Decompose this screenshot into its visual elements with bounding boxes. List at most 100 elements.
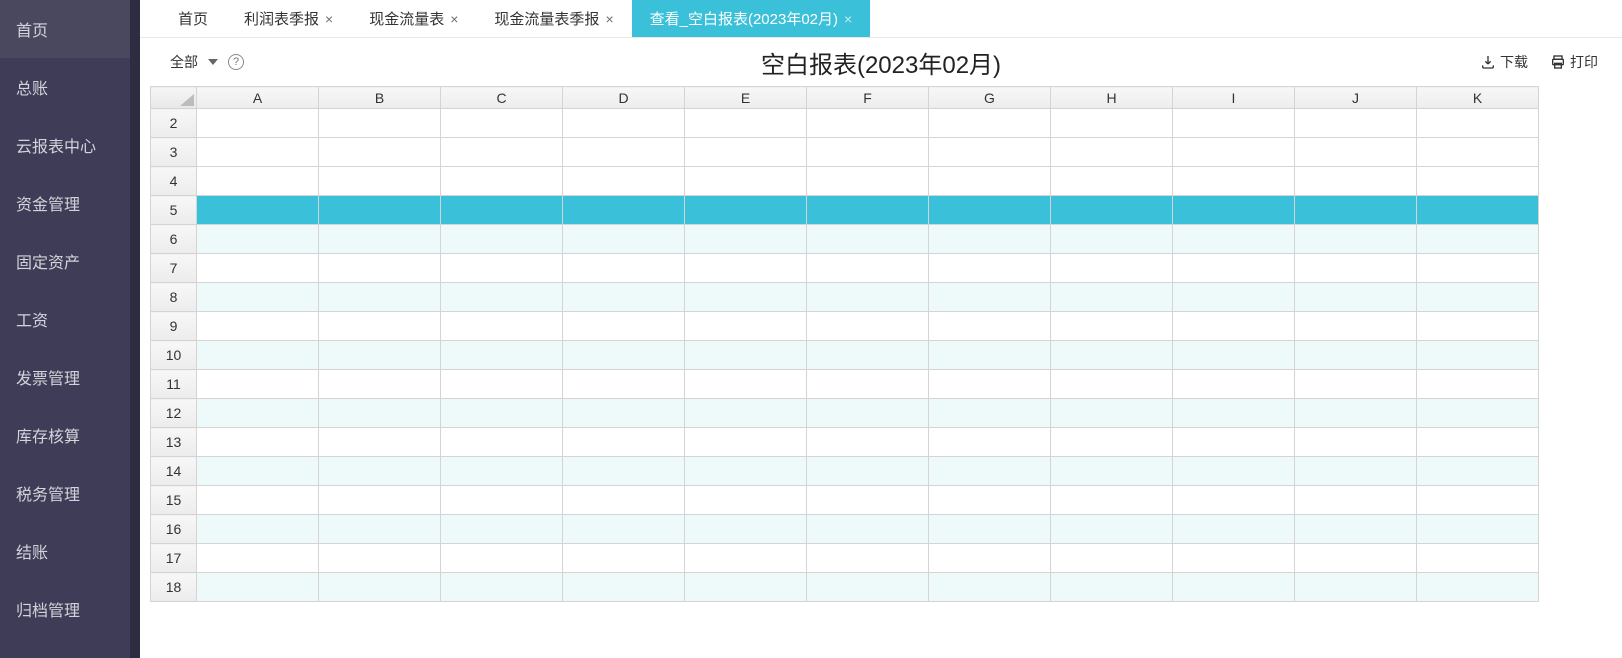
cell-J7[interactable] [1295,254,1417,283]
cell-G10[interactable] [929,341,1051,370]
cell-E4[interactable] [685,167,807,196]
cell-H14[interactable] [1051,457,1173,486]
spreadsheet[interactable]: ABCDEFGHIJK 23456789101112131415161718 [140,86,1622,658]
column-header-F[interactable]: F [807,87,929,109]
cell-D8[interactable] [563,283,685,312]
cell-J2[interactable] [1295,109,1417,138]
cell-H10[interactable] [1051,341,1173,370]
cell-I3[interactable] [1173,138,1295,167]
cell-F4[interactable] [807,167,929,196]
cell-B18[interactable] [319,573,441,602]
cell-J15[interactable] [1295,486,1417,515]
cell-B10[interactable] [319,341,441,370]
cell-C3[interactable] [441,138,563,167]
cell-B11[interactable] [319,370,441,399]
cell-H13[interactable] [1051,428,1173,457]
filter-label[interactable]: 全部 [170,52,198,72]
column-header-B[interactable]: B [319,87,441,109]
cell-G11[interactable] [929,370,1051,399]
cell-A8[interactable] [197,283,319,312]
cell-F14[interactable] [807,457,929,486]
cell-B3[interactable] [319,138,441,167]
cell-B14[interactable] [319,457,441,486]
row-header-17[interactable]: 17 [151,544,197,573]
cell-J18[interactable] [1295,573,1417,602]
chevron-down-icon[interactable] [208,59,218,65]
cell-D5[interactable] [563,196,685,225]
tab-3[interactable]: 现金流量表季报× [476,0,631,37]
cell-A4[interactable] [197,167,319,196]
sidebar-item-2[interactable]: 云报表中心 [0,116,130,174]
cell-A15[interactable] [197,486,319,515]
cell-C2[interactable] [441,109,563,138]
row-header-3[interactable]: 3 [151,138,197,167]
close-icon[interactable]: × [450,11,458,27]
cell-F5[interactable] [807,196,929,225]
cell-D9[interactable] [563,312,685,341]
cell-A9[interactable] [197,312,319,341]
sidebar-item-9[interactable]: 结账 [0,522,130,580]
cell-K13[interactable] [1417,428,1539,457]
cell-G9[interactable] [929,312,1051,341]
cell-K17[interactable] [1417,544,1539,573]
cell-A6[interactable] [197,225,319,254]
close-icon[interactable]: × [325,11,333,27]
cell-F17[interactable] [807,544,929,573]
row-header-5[interactable]: 5 [151,196,197,225]
sidebar-item-10[interactable]: 归档管理 [0,580,130,638]
sidebar-item-0[interactable]: 首页 [0,0,130,58]
cell-J10[interactable] [1295,341,1417,370]
close-icon[interactable]: × [605,11,613,27]
cell-I13[interactable] [1173,428,1295,457]
cell-B7[interactable] [319,254,441,283]
cell-J14[interactable] [1295,457,1417,486]
cell-D16[interactable] [563,515,685,544]
cell-H2[interactable] [1051,109,1173,138]
cell-E17[interactable] [685,544,807,573]
cell-E12[interactable] [685,399,807,428]
row-header-9[interactable]: 9 [151,312,197,341]
cell-C6[interactable] [441,225,563,254]
cell-H12[interactable] [1051,399,1173,428]
cell-D13[interactable] [563,428,685,457]
row-header-16[interactable]: 16 [151,515,197,544]
cell-K10[interactable] [1417,341,1539,370]
row-header-13[interactable]: 13 [151,428,197,457]
cell-B12[interactable] [319,399,441,428]
cell-B2[interactable] [319,109,441,138]
cell-J9[interactable] [1295,312,1417,341]
cell-I10[interactable] [1173,341,1295,370]
row-header-8[interactable]: 8 [151,283,197,312]
tab-4[interactable]: 查看_空白报表(2023年02月)× [632,0,871,37]
cell-E9[interactable] [685,312,807,341]
cell-H3[interactable] [1051,138,1173,167]
cell-B6[interactable] [319,225,441,254]
cell-F2[interactable] [807,109,929,138]
cell-G14[interactable] [929,457,1051,486]
cell-B13[interactable] [319,428,441,457]
cell-J12[interactable] [1295,399,1417,428]
row-header-2[interactable]: 2 [151,109,197,138]
cell-G16[interactable] [929,515,1051,544]
cell-E18[interactable] [685,573,807,602]
cell-K5[interactable] [1417,196,1539,225]
sidebar-item-6[interactable]: 发票管理 [0,348,130,406]
cell-F10[interactable] [807,341,929,370]
cell-H5[interactable] [1051,196,1173,225]
cell-A5[interactable] [197,196,319,225]
cell-B4[interactable] [319,167,441,196]
cell-H7[interactable] [1051,254,1173,283]
cell-K8[interactable] [1417,283,1539,312]
cell-J11[interactable] [1295,370,1417,399]
column-header-D[interactable]: D [563,87,685,109]
cell-K12[interactable] [1417,399,1539,428]
cell-A17[interactable] [197,544,319,573]
cell-B8[interactable] [319,283,441,312]
tab-0[interactable]: 首页 [160,0,226,37]
cell-F6[interactable] [807,225,929,254]
row-header-11[interactable]: 11 [151,370,197,399]
cell-E7[interactable] [685,254,807,283]
cell-G15[interactable] [929,486,1051,515]
cell-C9[interactable] [441,312,563,341]
sidebar-item-7[interactable]: 库存核算 [0,406,130,464]
